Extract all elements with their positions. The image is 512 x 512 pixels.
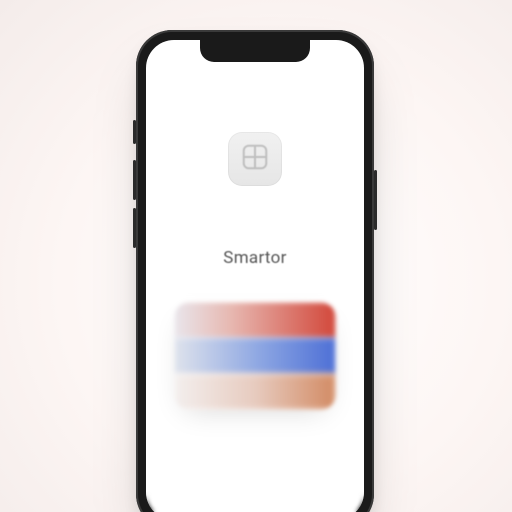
phone-notch [200,40,310,62]
phone-volume-up [133,160,136,200]
swatch-row-orange [174,374,336,410]
app-name: Smartor [146,248,364,268]
square-split-icon [240,142,270,176]
swatch-row-blue [174,338,336,374]
app-icon[interactable] [228,132,282,186]
swatch-row-red [174,302,336,338]
color-swatch-card[interactable] [174,302,336,410]
product-photo: Smartor [0,0,512,512]
phone-volume-down [133,208,136,248]
phone-screen: Smartor [146,40,364,512]
phone-mute-switch [133,120,136,144]
phone-power-button [374,170,377,230]
phone-mockup: Smartor [136,30,374,512]
